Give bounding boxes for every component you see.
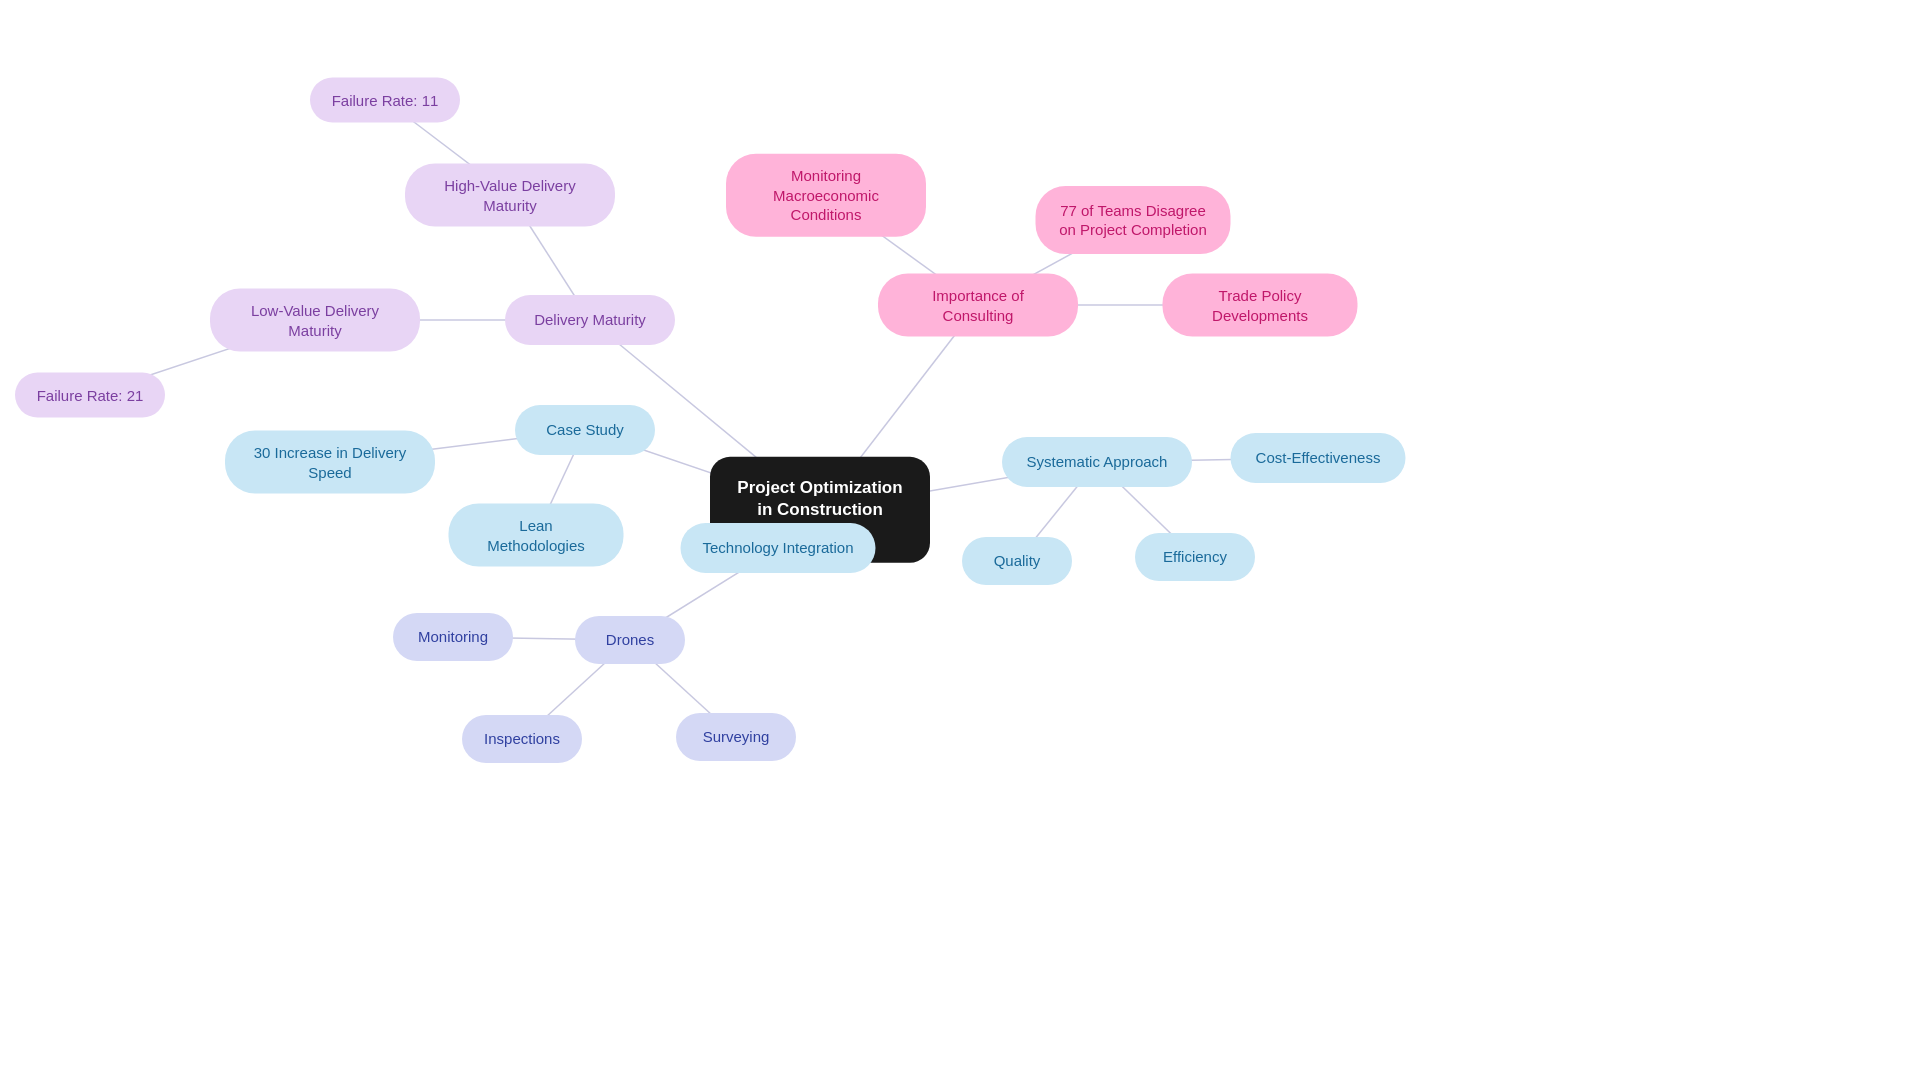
node-quality[interactable]: Quality — [962, 537, 1072, 585]
node-case-study[interactable]: Case Study — [515, 405, 655, 455]
node-efficiency[interactable]: Efficiency — [1135, 533, 1255, 581]
node-monitoring-macro[interactable]: Monitoring Macroeconomic Conditions — [726, 154, 926, 237]
node-cost-effectiveness[interactable]: Cost-Effectiveness — [1231, 433, 1406, 483]
node-30-increase[interactable]: 30 Increase in Delivery Speed — [225, 431, 435, 494]
node-technology-integration[interactable]: Technology Integration — [681, 523, 876, 573]
node-surveying[interactable]: Surveying — [676, 713, 796, 761]
node-low-value[interactable]: Low-Value Delivery Maturity — [210, 289, 420, 352]
node-inspections[interactable]: Inspections — [462, 715, 582, 763]
node-failure-rate-21[interactable]: Failure Rate: 21 — [15, 373, 165, 418]
mind-map: Project Optimization in Construction Con… — [0, 0, 1920, 1083]
node-lean-methodologies[interactable]: Lean Methodologies — [449, 504, 624, 567]
node-systematic-approach[interactable]: Systematic Approach — [1002, 437, 1192, 487]
node-trade-policy[interactable]: Trade Policy Developments — [1163, 274, 1358, 337]
node-high-value[interactable]: High-Value Delivery Maturity — [405, 164, 615, 227]
node-77-teams[interactable]: 77 of Teams Disagree on Project Completi… — [1036, 186, 1231, 254]
node-drones[interactable]: Drones — [575, 616, 685, 664]
node-delivery-maturity[interactable]: Delivery Maturity — [505, 295, 675, 345]
node-failure-rate-11[interactable]: Failure Rate: 11 — [310, 78, 460, 123]
node-importance-consulting[interactable]: Importance of Consulting — [878, 274, 1078, 337]
node-monitoring-drone[interactable]: Monitoring — [393, 613, 513, 661]
connections-svg — [0, 0, 1920, 1083]
